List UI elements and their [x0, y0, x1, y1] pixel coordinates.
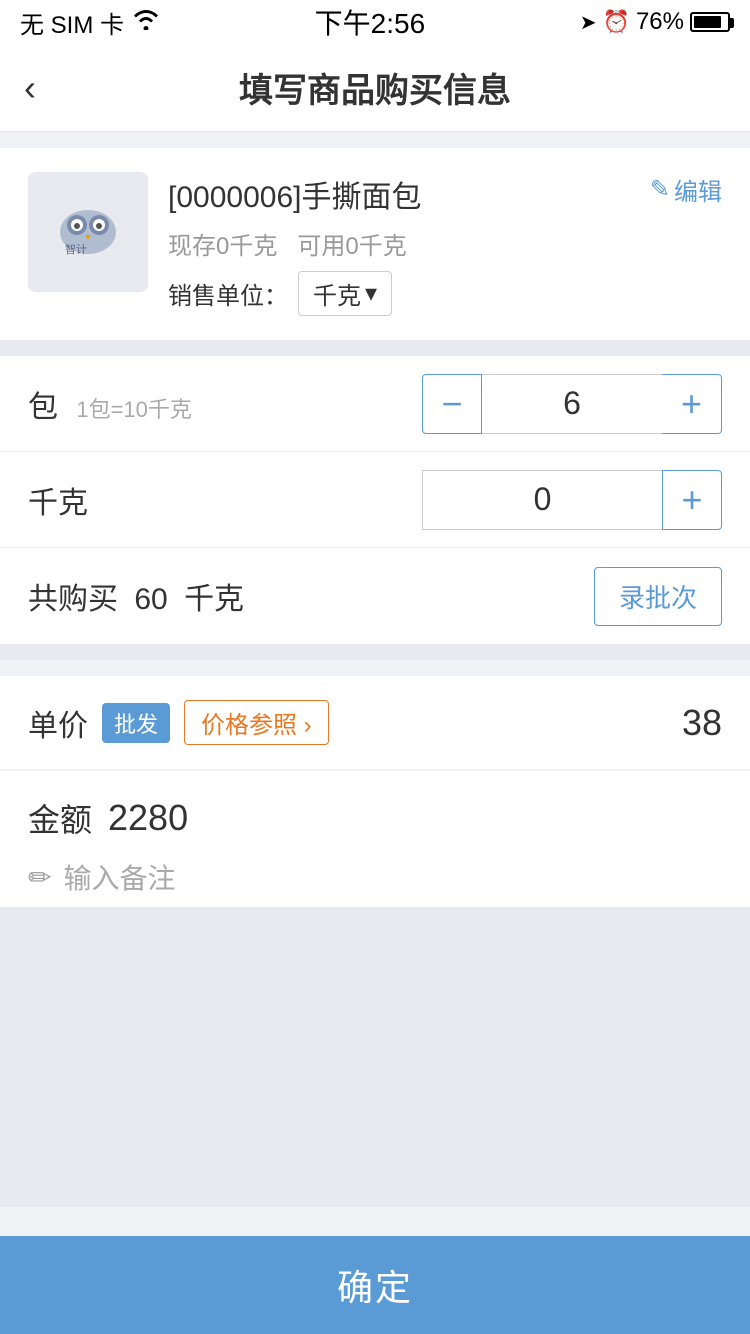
page-title: 填写商品购买信息 — [239, 63, 511, 112]
price-tag: 批发 — [102, 703, 170, 743]
total-text: 共购买 60 千克 — [28, 574, 244, 618]
product-card: 智计 [0000006]手撕面包 现存0千克 可用0千克 销售单位： 千克 ▾ … — [0, 148, 750, 340]
total-amount: 60 — [134, 583, 167, 616]
bao-qty-input[interactable] — [482, 374, 662, 434]
product-logo: 智计 — [53, 197, 123, 267]
kg-qty-control: + — [422, 470, 722, 530]
product-info: [0000006]手撕面包 现存0千克 可用0千克 销售单位： 千克 ▾ — [168, 172, 722, 316]
price-row: 单价 批发 价格参照 › 38 — [28, 700, 722, 745]
sim-status: 无 SIM 卡 — [20, 5, 124, 40]
amount-value: 2280 — [108, 797, 188, 839]
kg-row: 千克 + — [0, 452, 750, 548]
price-label: 单价 — [28, 701, 88, 745]
confirm-button[interactable]: 确定 — [0, 1236, 750, 1334]
bao-row: 包 1包=10千克 − + — [0, 356, 750, 452]
kg-plus-button[interactable]: + — [662, 470, 722, 530]
amount-row: 金额 2280 — [28, 795, 722, 841]
bao-sublabel: 1包=10千克 — [76, 397, 192, 422]
bao-label: 包 1包=10千克 — [28, 382, 422, 426]
edit-icon: ✎ — [650, 175, 670, 204]
note-placeholder: 输入备注 — [63, 857, 175, 897]
kg-label: 千克 — [28, 478, 422, 522]
location-icon: ➤ — [580, 10, 597, 35]
product-unit-row: 销售单位： 千克 ▾ — [168, 271, 722, 316]
price-value: 38 — [682, 702, 722, 744]
svg-text:智计: 智计 — [65, 242, 87, 256]
section-divider-2 — [0, 644, 750, 660]
bao-minus-button[interactable]: − — [422, 374, 482, 434]
bottom-space — [0, 907, 750, 1207]
battery-text: 76% — [636, 8, 684, 36]
kg-qty-input[interactable] — [422, 470, 662, 530]
back-button[interactable]: ‹ — [24, 67, 36, 109]
bao-qty-control: − + — [422, 374, 722, 434]
wifi-icon — [132, 8, 160, 37]
product-name: [0000006]手撕面包 — [168, 172, 722, 216]
total-row: 共购买 60 千克 录批次 — [0, 548, 750, 644]
status-time: 下午2:56 — [315, 2, 426, 42]
dropdown-icon: ▾ — [365, 279, 377, 308]
note-icon: ✏ — [28, 861, 51, 894]
nav-bar: ‹ 填写商品购买信息 — [0, 44, 750, 132]
product-image: 智计 — [28, 172, 148, 292]
unit-select[interactable]: 千克 ▾ — [298, 271, 392, 316]
status-right: ➤ ⏰ 76% — [580, 8, 730, 36]
edit-button[interactable]: ✎ 编辑 — [650, 172, 722, 207]
quantity-section: 包 1包=10千克 − + 千克 + — [0, 356, 750, 548]
price-ref-button[interactable]: 价格参照 › — [184, 700, 329, 745]
alarm-icon: ⏰ — [603, 9, 630, 35]
bao-plus-button[interactable]: + — [662, 374, 722, 434]
amount-label: 金额 — [28, 795, 92, 841]
battery-icon — [690, 12, 730, 32]
note-row[interactable]: ✏ 输入备注 — [28, 857, 722, 897]
batch-button[interactable]: 录批次 — [594, 567, 722, 626]
status-bar: 无 SIM 卡 下午2:56 ➤ ⏰ 76% — [0, 0, 750, 44]
product-stock: 现存0千克 可用0千克 — [168, 226, 722, 261]
section-divider-1 — [0, 340, 750, 356]
amount-section: 金额 2280 ✏ 输入备注 — [0, 771, 750, 907]
status-left: 无 SIM 卡 — [20, 5, 160, 40]
price-section: 单价 批发 价格参照 › 38 — [0, 676, 750, 769]
